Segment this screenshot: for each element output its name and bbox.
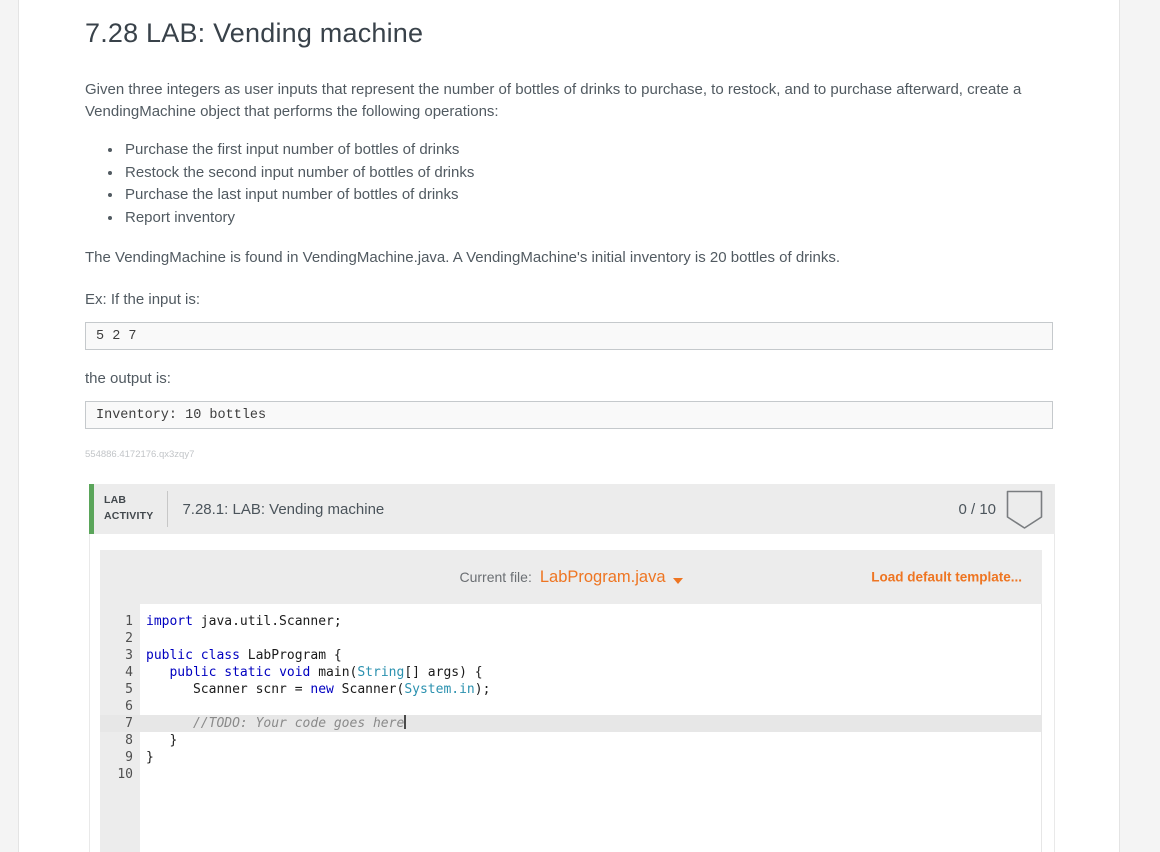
code-line-text: } xyxy=(146,750,154,765)
code-line[interactable]: 10 xyxy=(100,766,1041,783)
code-line[interactable]: 1 import java.util.Scanner; xyxy=(100,613,1041,630)
code-line[interactable]: 7 //TODO: Your code goes here xyxy=(100,715,1041,732)
lab-activity-card: LAB ACTIVITY 7.28.1: LAB: Vending machin… xyxy=(89,484,1055,852)
code-line-text: import java.util.Scanner; xyxy=(146,614,342,629)
page-title: 7.28 LAB: Vending machine xyxy=(85,18,424,48)
code-line-text: Scanner scnr = new Scanner(System.in); xyxy=(146,682,491,697)
operation-item: Report inventory xyxy=(123,207,1053,230)
code-lines[interactable]: 1 import java.util.Scanner; 2 3 public class… xyxy=(100,604,1042,852)
lab-activity-body: Current file: LabProgram.java Load defau… xyxy=(89,534,1055,852)
code-line-text: public static void main(String[] args) { xyxy=(169,665,483,680)
code-line[interactable]: 6 xyxy=(100,698,1041,715)
header-divider xyxy=(167,491,169,527)
line-number: 7 xyxy=(125,716,133,731)
line-number: 9 xyxy=(125,750,133,765)
code-line-text: public class LabProgram { xyxy=(146,648,342,663)
lab-activity-label: LAB ACTIVITY xyxy=(104,494,154,522)
code-line[interactable]: 3 public class LabProgram { xyxy=(100,647,1041,664)
code-line[interactable]: 8 } xyxy=(100,732,1041,749)
line-number: 8 xyxy=(125,733,133,748)
code-line[interactable]: 9} xyxy=(100,749,1041,766)
code-line-text: } xyxy=(146,733,178,748)
text-cursor xyxy=(404,715,407,729)
line-number: 2 xyxy=(125,631,133,646)
lab-activity-title: 7.28.1: LAB: Vending machine xyxy=(182,500,385,518)
load-default-template-link[interactable]: Load default template... xyxy=(871,570,1022,585)
example-input-block: 5 2 7 xyxy=(85,322,1053,350)
chevron-down-icon xyxy=(672,577,683,584)
operation-item: Purchase the last input number of bottle… xyxy=(123,184,1053,207)
lab-activity-header: LAB ACTIVITY 7.28.1: LAB: Vending machin… xyxy=(89,484,1055,534)
line-number: 5 xyxy=(125,682,133,697)
score-text: 0 / 10 xyxy=(958,500,996,518)
score-shield-icon xyxy=(1006,490,1043,529)
line-number: 10 xyxy=(117,767,133,782)
operation-item: Restock the second input number of bottl… xyxy=(123,162,1053,185)
description-paragraph: The VendingMachine is found in VendingMa… xyxy=(85,249,841,266)
code-line[interactable]: 5 Scanner scnr = new Scanner(System.in); xyxy=(100,681,1041,698)
example-output-block: Inventory: 10 bottles xyxy=(85,401,1053,429)
content-resource-id: 554886.4172176.qx3zqy7 xyxy=(85,449,195,460)
code-editor: Current file: LabProgram.java Load defau… xyxy=(100,550,1042,852)
current-file-dropdown[interactable]: LabProgram.java xyxy=(540,568,683,587)
line-number: 6 xyxy=(125,699,133,714)
current-file-label: Current file: xyxy=(459,569,532,585)
content-sheet: 7.28 LAB: Vending machine Given three in… xyxy=(18,0,1120,852)
operation-item: Purchase the first input number of bottl… xyxy=(123,139,1053,162)
intro-paragraph: Given three integers as user inputs that… xyxy=(85,81,1022,120)
line-number: 1 xyxy=(125,614,133,629)
editor-toolbar: Current file: LabProgram.java Load defau… xyxy=(100,550,1042,604)
line-number: 3 xyxy=(125,648,133,663)
operations-list: Purchase the first input number of bottl… xyxy=(123,139,1053,229)
example-output-label: the output is: xyxy=(85,370,171,387)
line-number: 4 xyxy=(125,665,133,680)
example-input-label: Ex: If the input is: xyxy=(85,291,201,308)
code-line[interactable]: 4 public static void main(String[] args)… xyxy=(100,664,1041,681)
code-line-text: //TODO: Your code goes here xyxy=(192,715,407,731)
code-line[interactable]: 2 xyxy=(100,630,1041,647)
current-file-name: LabProgram.java xyxy=(539,567,666,586)
